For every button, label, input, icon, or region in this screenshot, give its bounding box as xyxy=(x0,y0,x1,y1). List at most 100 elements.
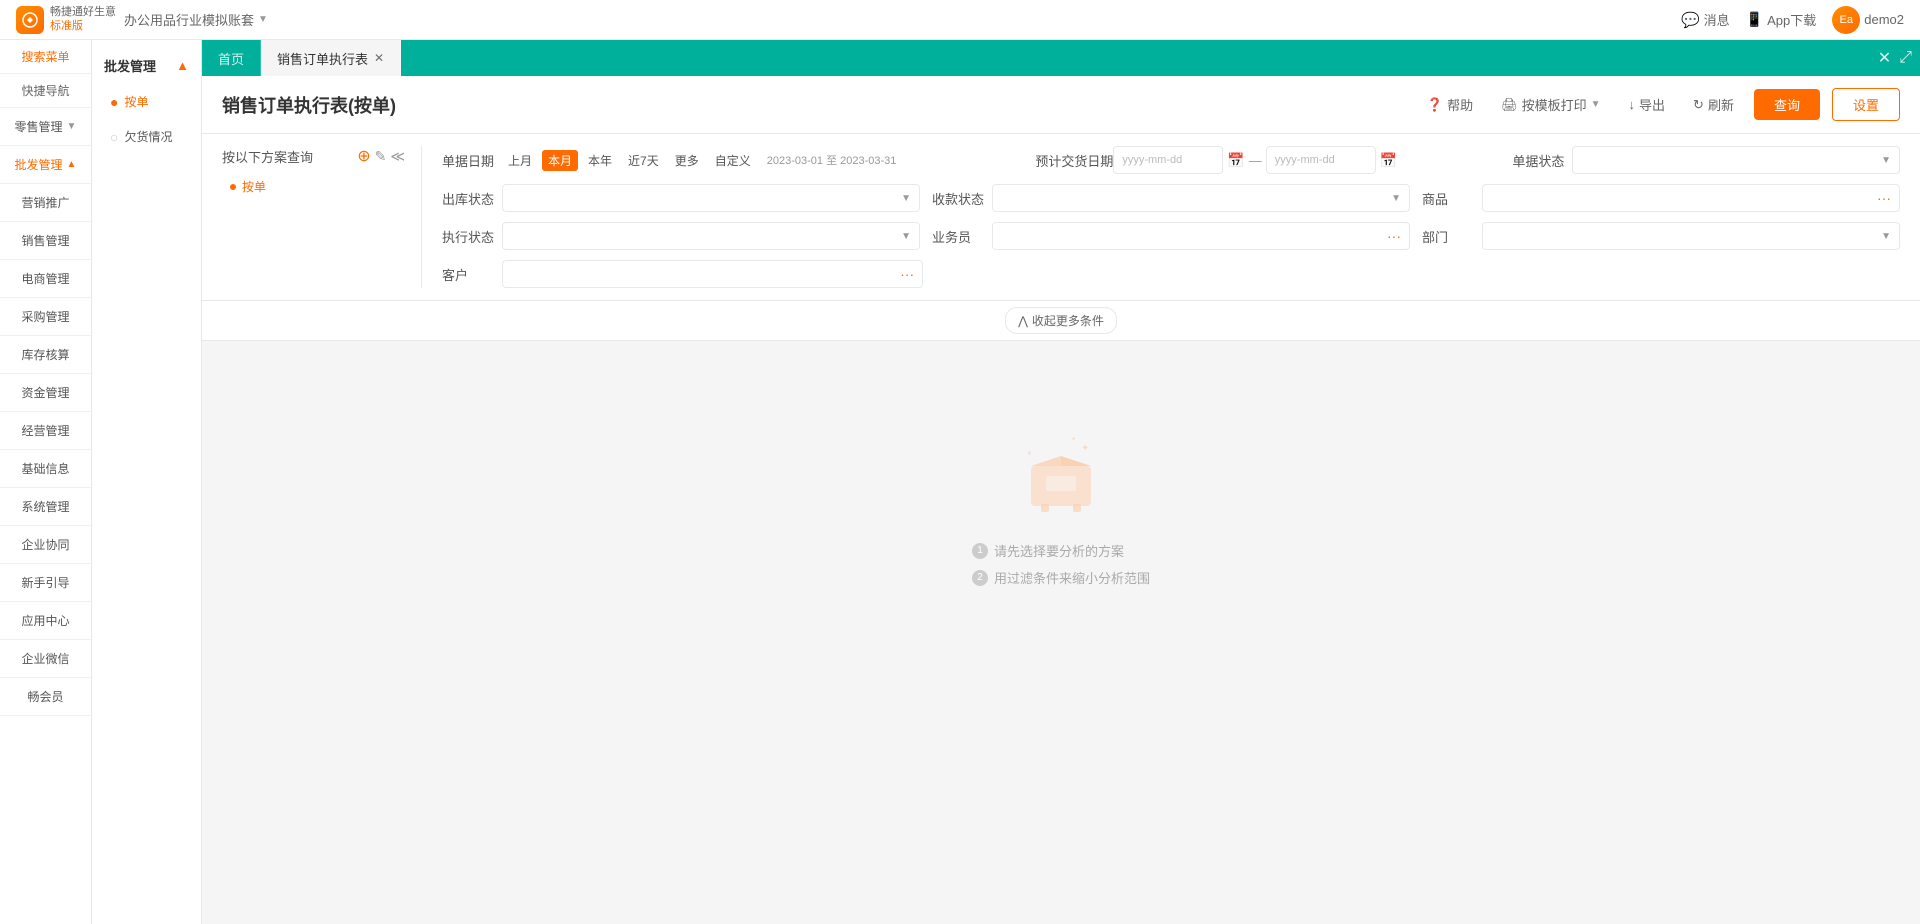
doc-status-chevron: ▼ xyxy=(1881,155,1891,166)
goods-dots-icon[interactable]: ··· xyxy=(1877,190,1891,206)
tab-home[interactable]: 首页 xyxy=(202,40,261,76)
quick-nav-item[interactable]: 快捷导航 xyxy=(0,74,91,108)
customer-input[interactable]: ··· xyxy=(502,260,923,288)
shortage-circle-icon: ○ xyxy=(110,129,118,145)
sidebar-label-apps: 应用中心 xyxy=(21,612,69,629)
sub-sidebar-item-shortage[interactable]: ○ 欠货情况 xyxy=(98,120,195,153)
filter-group-collect: 收款状态 ▼ xyxy=(932,184,1410,212)
sidebar-label-sales: 销售管理 xyxy=(21,232,69,249)
edit-scheme-icon[interactable]: ✎ xyxy=(375,148,387,165)
sidebar: 搜索菜单 快捷导航 零售管理 ▼ 批发管理 ▲ 营销推广 销售管理 电商管理 采… xyxy=(0,40,92,924)
date-tag-lastmonth[interactable]: 上月 xyxy=(502,150,538,171)
filter-group-doc-status: 单据状态 ▼ xyxy=(1512,146,1900,174)
download-icon: 📱 xyxy=(1746,11,1763,28)
export-button[interactable]: ↓ 导出 xyxy=(1621,91,1674,118)
sidebar-label-basic: 基础信息 xyxy=(21,460,69,477)
print-icon: 🖨 xyxy=(1501,97,1518,113)
date-group: 上月 本月 本年 近7天 更多 自定义 2023-03-01 至 2023-03… xyxy=(502,150,1023,171)
exec-select[interactable]: ▼ xyxy=(502,222,920,250)
scheme-item-order[interactable]: 按单 xyxy=(222,174,405,199)
tab-close-icon[interactable]: ✕ xyxy=(374,51,384,65)
message-button[interactable]: 💬 消息 xyxy=(1681,10,1730,29)
date-tag-7days[interactable]: 近7天 xyxy=(622,150,665,171)
sidebar-item-ecommerce[interactable]: 电商管理 xyxy=(0,260,91,298)
filter-group-outbound: 出库状态 ▼ xyxy=(442,184,920,212)
sidebar-item-finance[interactable]: 资金管理 xyxy=(0,374,91,412)
user-profile[interactable]: Ea demo2 xyxy=(1832,6,1904,34)
sidebar-item-apps[interactable]: 应用中心 xyxy=(0,602,91,640)
expected-date-end[interactable]: yyyy-mm-dd xyxy=(1266,146,1376,174)
filter-group-dept: 部门 ▼ xyxy=(1422,222,1900,250)
sidebar-label-wholesale: 批发管理 xyxy=(15,156,63,173)
filter-row-4: 客户 ··· xyxy=(442,260,1900,288)
page-title: 销售订单执行表(按单) xyxy=(222,92,396,118)
search-menu-item[interactable]: 搜索菜单 xyxy=(0,40,91,74)
collect-select[interactable]: ▼ xyxy=(992,184,1410,212)
sidebar-item-wechat[interactable]: 企业微信 xyxy=(0,640,91,678)
dept-select[interactable]: ▼ xyxy=(1482,222,1900,250)
content-area: 首页 销售订单执行表 ✕ ✕ ⤢ 销售订单执行表(按单) ❓ 帮助 xyxy=(202,40,1920,924)
collapse-up-icon: ⋀ xyxy=(1018,314,1028,328)
date-tag-more[interactable]: 更多 xyxy=(669,150,705,171)
filter-panel: 按以下方案查询 ⊕ ✎ ≪ 按单 xyxy=(222,146,1900,288)
page-header: 销售订单执行表(按单) ❓ 帮助 🖨 按模板打印 ▼ ↓ 导出 xyxy=(202,76,1920,134)
tab-close-all-icon[interactable]: ✕ xyxy=(1878,48,1891,68)
tab-bar: 首页 销售订单执行表 ✕ ✕ ⤢ xyxy=(202,40,1920,76)
goods-input[interactable]: ··· xyxy=(1482,184,1900,212)
tab-sales-order[interactable]: 销售订单执行表 ✕ xyxy=(261,40,401,76)
sidebar-item-wholesale[interactable]: 批发管理 ▲ xyxy=(0,146,91,184)
order-circle-icon: ● xyxy=(110,94,118,110)
message-icon: 💬 xyxy=(1681,11,1700,29)
sidebar-item-system[interactable]: 系统管理 xyxy=(0,488,91,526)
outbound-select[interactable]: ▼ xyxy=(502,184,920,212)
tab-expand-icon[interactable]: ⤢ xyxy=(1899,49,1912,67)
filter-fields: 单据日期 上月 本月 本年 近7天 更多 自定义 xyxy=(422,146,1900,288)
sidebar-label-inventory: 库存核算 xyxy=(21,346,69,363)
sidebar-label-system: 系统管理 xyxy=(21,498,69,515)
collapse-button[interactable]: ⋀ 收起更多条件 xyxy=(1005,307,1117,334)
sidebar-item-guide[interactable]: 新手引导 xyxy=(0,564,91,602)
svg-text:✦: ✦ xyxy=(1071,436,1076,443)
collapse-bar: ⋀ 收起更多条件 xyxy=(202,301,1920,341)
header-left: 畅捷通好生意 标准版 办公用品行业模拟账套 ▼ xyxy=(16,6,268,34)
sidebar-item-inventory[interactable]: 库存核算 xyxy=(0,336,91,374)
sidebar-item-basic[interactable]: 基础信息 xyxy=(0,450,91,488)
calendar-icon-1: 📅 xyxy=(1227,152,1244,169)
salesperson-label: 业务员 xyxy=(932,227,992,246)
refresh-button[interactable]: ↻ 刷新 xyxy=(1685,91,1742,118)
help-button[interactable]: ❓ 帮助 xyxy=(1419,91,1481,118)
industry-selector[interactable]: 办公用品行业模拟账套 ▼ xyxy=(124,10,268,29)
svg-text:✦: ✦ xyxy=(1081,443,1089,454)
sidebar-label-purchase: 采购管理 xyxy=(21,308,69,325)
app-download-button[interactable]: 📱 App下载 xyxy=(1746,10,1817,29)
add-scheme-icon[interactable]: ⊕ xyxy=(357,146,370,166)
collapse-icon[interactable]: ▲ xyxy=(176,58,189,73)
expected-date-start[interactable]: yyyy-mm-dd xyxy=(1113,146,1223,174)
scheme-actions: ⊕ ✎ ≪ xyxy=(357,146,405,166)
salesperson-input[interactable]: ··· xyxy=(992,222,1410,250)
sidebar-item-collab[interactable]: 企业协同 xyxy=(0,526,91,564)
filter-group-expected-date: 预计交货日期 yyyy-mm-dd 📅 — yyyy-mm-dd xyxy=(1035,146,1500,174)
date-dash: — xyxy=(1249,153,1262,168)
logo-text: 畅捷通好生意 标准版 xyxy=(50,6,116,32)
collapse-scheme-icon[interactable]: ≪ xyxy=(390,148,405,165)
date-tag-thisyear[interactable]: 本年 xyxy=(582,150,618,171)
sidebar-item-marketing[interactable]: 营销推广 xyxy=(0,184,91,222)
page-header-actions: ❓ 帮助 🖨 按模板打印 ▼ ↓ 导出 ↻ 刷新 xyxy=(1419,88,1900,121)
sidebar-item-purchase[interactable]: 采购管理 xyxy=(0,298,91,336)
salesperson-dots-icon[interactable]: ··· xyxy=(1387,228,1401,244)
doc-status-select[interactable]: ▼ xyxy=(1572,146,1900,174)
sidebar-item-member[interactable]: 畅会员 xyxy=(0,678,91,716)
settings-button[interactable]: 设置 xyxy=(1832,88,1900,121)
query-button[interactable]: 查询 xyxy=(1754,89,1820,120)
print-button[interactable]: 🖨 按模板打印 ▼ xyxy=(1493,91,1608,118)
customer-dots-icon[interactable]: ··· xyxy=(900,266,914,282)
date-tag-custom[interactable]: 自定义 xyxy=(709,150,757,171)
avatar: Ea xyxy=(1832,6,1860,34)
sidebar-item-operation[interactable]: 经营管理 xyxy=(0,412,91,450)
sidebar-item-retail[interactable]: 零售管理 ▼ xyxy=(0,108,91,146)
sub-sidebar-item-order[interactable]: ● 按单 xyxy=(98,85,195,118)
sidebar-item-sales[interactable]: 销售管理 xyxy=(0,222,91,260)
chevron-icon: ▼ xyxy=(67,121,77,132)
date-tag-thismonth[interactable]: 本月 xyxy=(542,150,578,171)
